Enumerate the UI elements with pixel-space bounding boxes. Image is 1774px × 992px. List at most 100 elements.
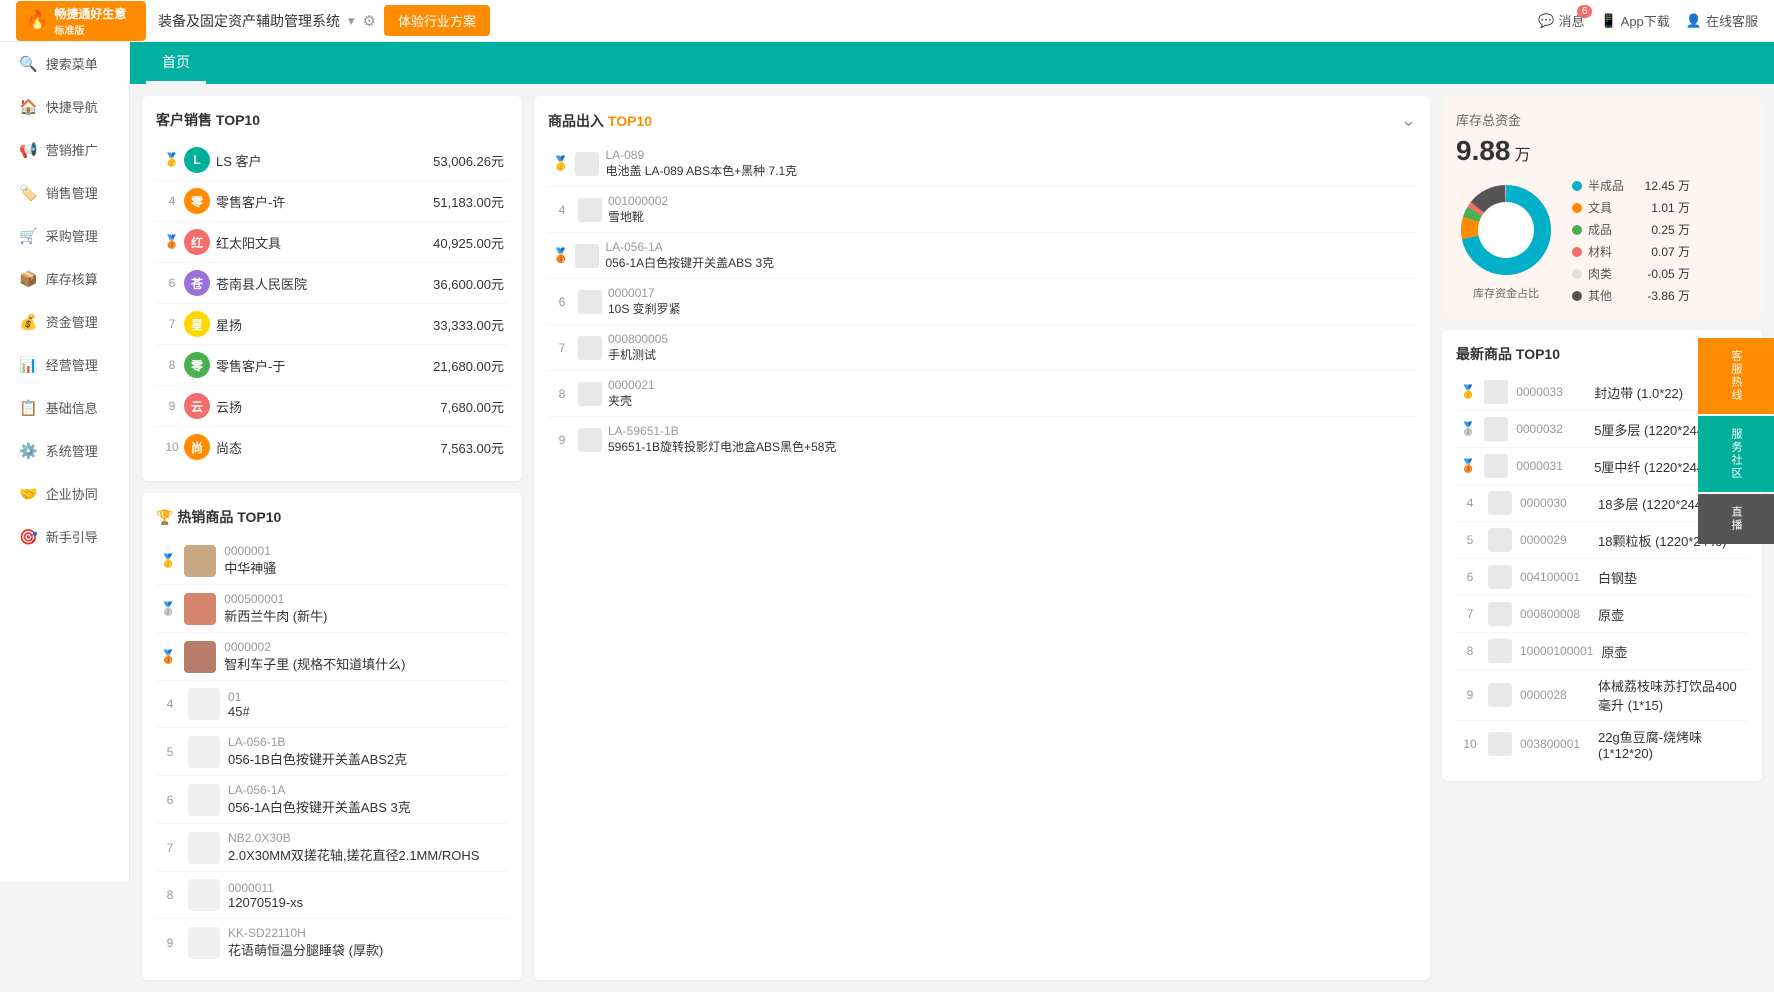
app-download-button[interactable]: 📱 App下载 [1600, 11, 1669, 30]
sidebar-item-basics[interactable]: 📋 基础信息 [0, 386, 129, 429]
np-code-10: 003800001 [1520, 737, 1590, 751]
legend-value-5: -0.05 万 [1630, 265, 1690, 282]
np-code-7: 000800008 [1520, 607, 1590, 621]
np-img-3 [1484, 454, 1508, 478]
inv-move-name-5: 手机测试 [608, 346, 1412, 363]
inv-move-info-5: 000800005 手机测试 [608, 332, 1412, 363]
hot-product-name-3: 智利车子里 (规格不知道填什么) [224, 654, 504, 673]
inv-move-row-1: 🥇 LA-089 电池盖 LA-089 ABS本色+黑种 7.1克 [548, 141, 1416, 187]
np-img-2 [1484, 417, 1508, 441]
float-service-community[interactable]: 服务社区 [1698, 416, 1774, 492]
inv-move-scroll[interactable]: ⌄ [1401, 110, 1416, 131]
customer-name-2: 零售客户-许 [216, 192, 433, 211]
inv-move-row-2: 4 001000002 雪地靴 [548, 187, 1416, 233]
enterprise-icon: 🤝 [19, 485, 38, 503]
nav-home[interactable]: 首页 [146, 42, 206, 84]
hot-product-img-9 [188, 927, 220, 959]
inv-move-code-6: 0000021 [608, 378, 1412, 392]
inv-move-info-6: 0000021 夹壳 [608, 378, 1412, 409]
system-icon: ⚙️ [19, 442, 38, 460]
float-service-hotline[interactable]: 客服热线 [1698, 338, 1774, 414]
hot-product-name-4: 45# [228, 704, 504, 719]
legend-dot-4 [1572, 247, 1582, 257]
hot-product-info-9: KK-SD22110H 花语萌恒温分腿睡袋 (厚款) [228, 926, 504, 959]
sidebar-item-sales[interactable]: 🏷️ 销售管理 [0, 171, 129, 214]
hot-product-info-8: 0000011 12070519-xs [228, 881, 504, 910]
sidebar-item-system[interactable]: ⚙️ 系统管理 [0, 429, 129, 472]
main-nav: 首页 [130, 42, 1774, 84]
inv-move-name-7: 59651-1B旋转投影灯电池盒ABS黑色+58克 [608, 438, 1412, 455]
hot-products-list: 🥇 0000001 中华神骚 🥈 000500001 新西兰牛肉 (新牛) [156, 537, 508, 966]
hot-product-code-4: 01 [228, 690, 504, 704]
sidebar-item-finance[interactable]: 💰 资金管理 [0, 300, 129, 343]
sidebar: 🔍 搜索菜单 🏠 快捷导航 📢 营销推广 🏷️ 销售管理 🛒 采购管理 📦 库存… [0, 42, 130, 882]
hot-product-name-6: 056-1A白色按键开关盖ABS 3克 [228, 797, 504, 816]
sidebar-item-management[interactable]: 📊 经营管理 [0, 343, 129, 386]
topbar: 🔥 畅捷通好生意 标准版 装备及固定资产辅助管理系统 ▾ ⚙ 体验行业方案 💬 … [0, 0, 1774, 42]
dropdown-arrow-icon[interactable]: ▾ [348, 13, 355, 29]
hot-rank-medal-3: 🥉 [160, 649, 176, 665]
sidebar-item-enterprise[interactable]: 🤝 企业协同 [0, 472, 129, 515]
top-customers-title: 客户销售 TOP10 [156, 110, 260, 130]
online-service-button[interactable]: 👤 在线客服 [1686, 11, 1758, 30]
inv-move-rank-6: 8 [552, 387, 572, 401]
sidebar-item-search[interactable]: 🔍 搜索菜单 [0, 42, 129, 85]
inv-move-medal-3: 🥉 [552, 247, 569, 264]
settings-icon[interactable]: ⚙ [363, 12, 376, 30]
donut-svg [1456, 180, 1556, 280]
customer-row-7: 9 云 云扬 7,680.00元 [156, 386, 508, 427]
inv-move-row-3: 🥉 LA-056-1A 056-1A白色按键开关盖ABS 3克 [548, 233, 1416, 279]
legend-item-5: 肉类 -0.05 万 [1572, 265, 1690, 282]
app-edition: 标准版 [54, 22, 126, 37]
hot-rank-medal-1: 🥇 [160, 553, 176, 569]
inv-move-img-6 [578, 382, 602, 406]
np-code-1: 0000033 [1516, 385, 1586, 399]
hot-product-row-5: 5 LA-056-1B 056-1B白色按键开关盖ABS2克 [156, 728, 508, 776]
sidebar-item-marketing[interactable]: 📢 营销推广 [0, 128, 129, 171]
hot-product-row-2: 🥈 000500001 新西兰牛肉 (新牛) [156, 585, 508, 633]
np-img-5 [1488, 528, 1512, 552]
hot-product-name-7: 2.0X30MM双搓花轴,搓花直径2.1MM/ROHS [228, 845, 504, 864]
customer-avatar-7: 云 [184, 393, 210, 419]
sidebar-item-quicknav[interactable]: 🏠 快捷导航 [0, 85, 129, 128]
np-img-10 [1488, 732, 1512, 756]
legend-value-4: 0.07 万 [1630, 243, 1690, 260]
float-service: 客服热线 服务社区 直播 [1698, 338, 1774, 544]
customer-avatar-6: 零 [184, 352, 210, 378]
hot-product-img-5 [188, 736, 220, 768]
inv-move-img-2 [578, 198, 602, 222]
hot-product-row-7: 7 NB2.0X30B 2.0X30MM双搓花轴,搓花直径2.1MM/ROHS [156, 824, 508, 872]
inv-move-code-5: 000800005 [608, 332, 1412, 346]
customer-avatar-2: 零 [184, 188, 210, 214]
hot-product-img-2 [184, 593, 216, 625]
new-product-row-7: 7 000800008 原壶 [1456, 596, 1748, 633]
legend-dot-6 [1572, 291, 1582, 301]
search-icon: 🔍 [19, 55, 38, 73]
hot-rank-medal-2: 🥈 [160, 601, 176, 617]
hot-product-info-1: 0000001 中华神骚 [224, 544, 504, 577]
trial-button[interactable]: 体验行业方案 [384, 5, 490, 36]
inv-move-name-4: 10S 变刹罗紧 [608, 300, 1412, 317]
legend-item-1: 半成品 12.45 万 [1572, 177, 1690, 194]
np-code-4: 0000030 [1520, 496, 1590, 510]
np-code-8: 10000100001 [1520, 644, 1593, 658]
donut-chart-label: 库存资金占比 [1456, 285, 1556, 301]
inv-move-title: 商品出入 TOP10 [548, 111, 652, 131]
hot-product-img-7 [188, 832, 220, 864]
message-button[interactable]: 💬 消息 6 [1538, 11, 1584, 30]
sidebar-item-inventory[interactable]: 📦 库存核算 [0, 257, 129, 300]
hot-product-row-6: 6 LA-056-1A 056-1A白色按键开关盖ABS 3克 [156, 776, 508, 824]
inv-move-info-2: 001000002 雪地靴 [608, 194, 1412, 225]
legend-label-4: 材料 [1588, 243, 1624, 260]
np-rank-9: 9 [1460, 688, 1480, 702]
sidebar-item-purchase[interactable]: 🛒 采购管理 [0, 214, 129, 257]
hot-product-info-3: 0000002 智利车子里 (规格不知道填什么) [224, 640, 504, 673]
sidebar-item-guide[interactable]: 🎯 新手引导 [0, 515, 129, 558]
np-img-9 [1488, 683, 1512, 707]
float-service-live[interactable]: 直播 [1698, 494, 1774, 544]
legend-label-3: 成品 [1588, 221, 1624, 238]
rank-num-8: 10 [160, 440, 184, 454]
np-name-8: 原壶 [1601, 642, 1744, 661]
service-icon: 👤 [1686, 13, 1702, 29]
hot-products-header: 🏆 热销商品 TOP10 [156, 507, 508, 527]
